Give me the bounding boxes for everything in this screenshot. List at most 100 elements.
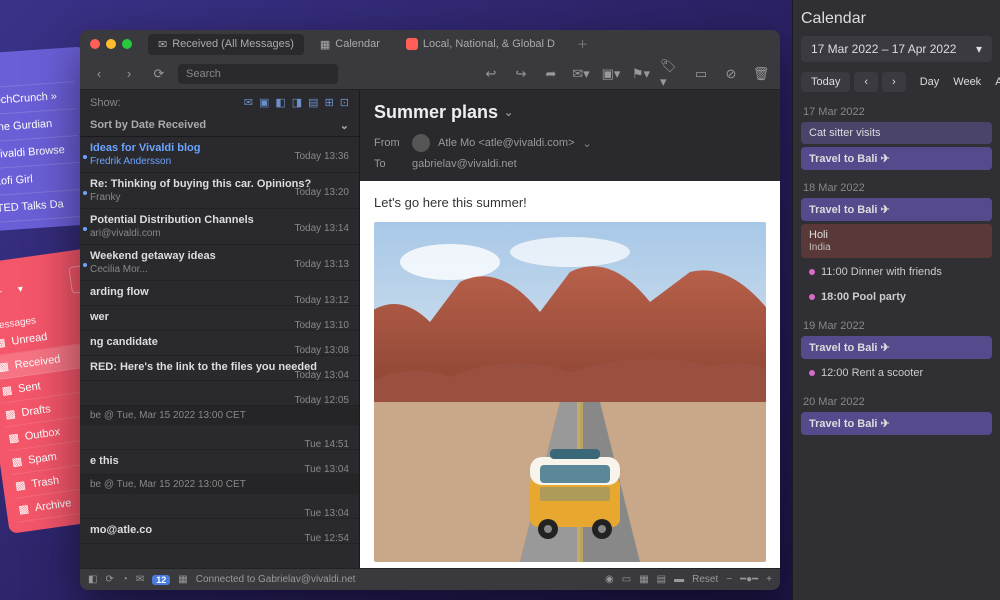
tab-label: Calendar — [335, 38, 380, 50]
ruler-icon[interactable]: ▬ — [674, 574, 684, 585]
day-header: 20 Mar 2022 — [801, 392, 992, 412]
flag-button[interactable]: ⚑▾ — [630, 63, 652, 85]
calendar-icon[interactable]: ▦ — [178, 574, 187, 585]
archive-button[interactable]: ▭ — [690, 63, 712, 85]
maximize-icon[interactable] — [122, 39, 132, 49]
filter-icons[interactable]: ✉ ▣ ◧ ◨ ▤ ⊞ ⊡ — [244, 96, 349, 109]
folder-icon: ▩ — [18, 502, 30, 516]
message-item[interactable]: Potential Distribution Channelsari@vival… — [80, 209, 359, 245]
time: Tue 13:04 — [304, 464, 349, 475]
layout-icon[interactable]: ▭ — [622, 574, 631, 585]
forward-button[interactable]: › — [118, 63, 140, 85]
calendar-event[interactable]: 12:00 Rent a scooter — [801, 362, 992, 384]
from-label: From — [374, 137, 404, 149]
message-item[interactable]: Re: Thinking of buying this car. Opinion… — [80, 173, 359, 209]
view-week[interactable]: Week — [947, 72, 987, 92]
clock-icon[interactable]: ◔ — [122, 574, 128, 585]
camera-icon[interactable]: ◉ — [605, 574, 614, 585]
date-range-picker[interactable]: 17 Mar 2022 – 17 Apr 2022 ▾ — [801, 36, 992, 62]
back-button[interactable]: ‹ — [88, 63, 110, 85]
bookmark-item[interactable]: TED Talks Da — [0, 190, 84, 223]
filter-icon[interactable]: ⊞ — [325, 96, 334, 109]
filter-icon[interactable]: ✉ — [244, 96, 253, 109]
time: Today 13:08 — [295, 345, 350, 356]
zoom-slider[interactable]: ━●━ — [740, 574, 758, 585]
mail-window: ✉ Received (All Messages) ▦ Calendar Loc… — [80, 30, 780, 590]
reset-button[interactable]: Reset — [692, 574, 718, 585]
message-item[interactable]: Tue 13:04 — [80, 494, 359, 519]
folder-button[interactable]: ▣▾ — [600, 63, 622, 85]
message-item[interactable]: ng candidateToday 13:08 — [80, 331, 359, 356]
tag-button[interactable]: 🏷▾ — [660, 63, 682, 85]
calendar-event[interactable]: Travel to Bali ✈ — [801, 412, 992, 435]
range-label: 17 Mar 2022 – 17 Apr 2022 — [811, 42, 956, 56]
time: Tue 13:04 — [304, 508, 349, 519]
view-day[interactable]: Day — [914, 72, 946, 92]
search-input[interactable]: Search — [178, 64, 338, 84]
calendar-event[interactable]: 18:00 Pool party — [801, 286, 992, 308]
to-value: gabrielav@vivaldi.net — [412, 158, 517, 170]
prev-button[interactable]: ‹ — [854, 72, 878, 92]
reply-all-button[interactable]: ↪ — [510, 63, 532, 85]
event-text: 12:00 Rent a scooter — [821, 367, 923, 379]
delete-button[interactable]: 🗑 — [750, 63, 772, 85]
forward-mail-button[interactable]: ➦ — [540, 63, 562, 85]
tab-news[interactable]: Local, National, & Global D — [396, 34, 565, 54]
calendar-title: Calendar — [801, 10, 992, 28]
show-label: Show: — [90, 97, 121, 109]
sync-icon[interactable]: ⟳ — [105, 574, 113, 585]
tab-calendar[interactable]: ▦ Calendar — [310, 34, 390, 55]
calendar-event[interactable]: Cat sitter visits — [801, 122, 992, 144]
message-item[interactable]: Tue 14:51 — [80, 425, 359, 450]
reload-button[interactable]: ⟳ — [148, 63, 170, 85]
zoom-in-button[interactable]: + — [766, 574, 772, 585]
minimize-icon[interactable] — [106, 39, 116, 49]
spam-button[interactable]: ⊘ — [720, 63, 742, 85]
day-header: 18 Mar 2022 — [801, 178, 992, 198]
reply-button[interactable]: ↩ — [480, 63, 502, 85]
message-item[interactable]: mo@atle.coTue 12:54 — [80, 519, 359, 544]
zoom-out-button[interactable]: − — [726, 574, 732, 585]
tab-received[interactable]: ✉ Received (All Messages) — [148, 34, 304, 55]
page-icon[interactable]: ▤ — [657, 574, 666, 585]
message-item[interactable]: Today 12:05 — [80, 381, 359, 406]
image-icon[interactable]: ▦ — [639, 574, 648, 585]
filter-icon[interactable]: ▤ — [308, 96, 318, 109]
calendar-event[interactable]: HoliIndia — [801, 224, 992, 258]
message-item[interactable]: arding flowToday 13:12 — [80, 281, 359, 306]
calendar-panel: Calendar 17 Mar 2022 – 17 Apr 2022 ▾ Tod… — [792, 0, 1000, 600]
filter-icon[interactable]: ◨ — [292, 96, 302, 109]
filter-icon[interactable]: ▣ — [259, 96, 269, 109]
today-button[interactable]: Today — [801, 72, 850, 92]
message-item[interactable]: e thisTue 13:04 — [80, 450, 359, 475]
event-dot — [809, 269, 815, 275]
calendar-event[interactable]: 11:00 Dinner with friends — [801, 261, 992, 283]
time: Today 13:12 — [295, 295, 350, 306]
day-header: 19 Mar 2022 — [801, 316, 992, 336]
filter-icon[interactable]: ◧ — [275, 96, 285, 109]
new-tab-button[interactable]: ＋ — [577, 36, 588, 52]
filter-icon[interactable]: ⊡ — [340, 96, 349, 109]
send-icon: ✈ — [0, 279, 12, 306]
compose-dropdown[interactable]: ✉▾ — [570, 63, 592, 85]
calendar-event[interactable]: Travel to Bali ✈ — [801, 147, 992, 170]
view-ag[interactable]: Ag — [989, 72, 1000, 92]
message-item[interactable]: Ideas for Vivaldi blogFredrik AnderssonT… — [80, 137, 359, 173]
chevron-down-icon[interactable]: ⌄ — [583, 137, 592, 150]
close-icon[interactable] — [90, 39, 100, 49]
next-button[interactable]: › — [882, 72, 906, 92]
chevron-down-icon[interactable]: ⌄ — [504, 106, 513, 119]
message-item[interactable]: werToday 13:10 — [80, 306, 359, 331]
event-text: 18:00 Pool party — [821, 291, 906, 303]
panel-icon[interactable]: ◧ — [88, 574, 97, 585]
connection-status: Connected to Gabrielav@vivaldi.net — [196, 574, 356, 585]
calendar-event[interactable]: Travel to Bali ✈ — [801, 336, 992, 359]
sort-row[interactable]: Sort by Date Received ⌄ — [80, 115, 359, 137]
event-text: Travel to Bali ✈ — [809, 341, 890, 354]
chevron-down-icon: ▾ — [976, 42, 982, 56]
message-item[interactable]: Weekend getaway ideasCecilia Mor...Today… — [80, 245, 359, 281]
folder-icon: ▩ — [0, 359, 10, 373]
calendar-event[interactable]: Travel to Bali ✈ — [801, 198, 992, 221]
time: Today 13:36 — [295, 151, 350, 162]
message-item[interactable]: RED: Here's the link to the files you ne… — [80, 356, 359, 381]
